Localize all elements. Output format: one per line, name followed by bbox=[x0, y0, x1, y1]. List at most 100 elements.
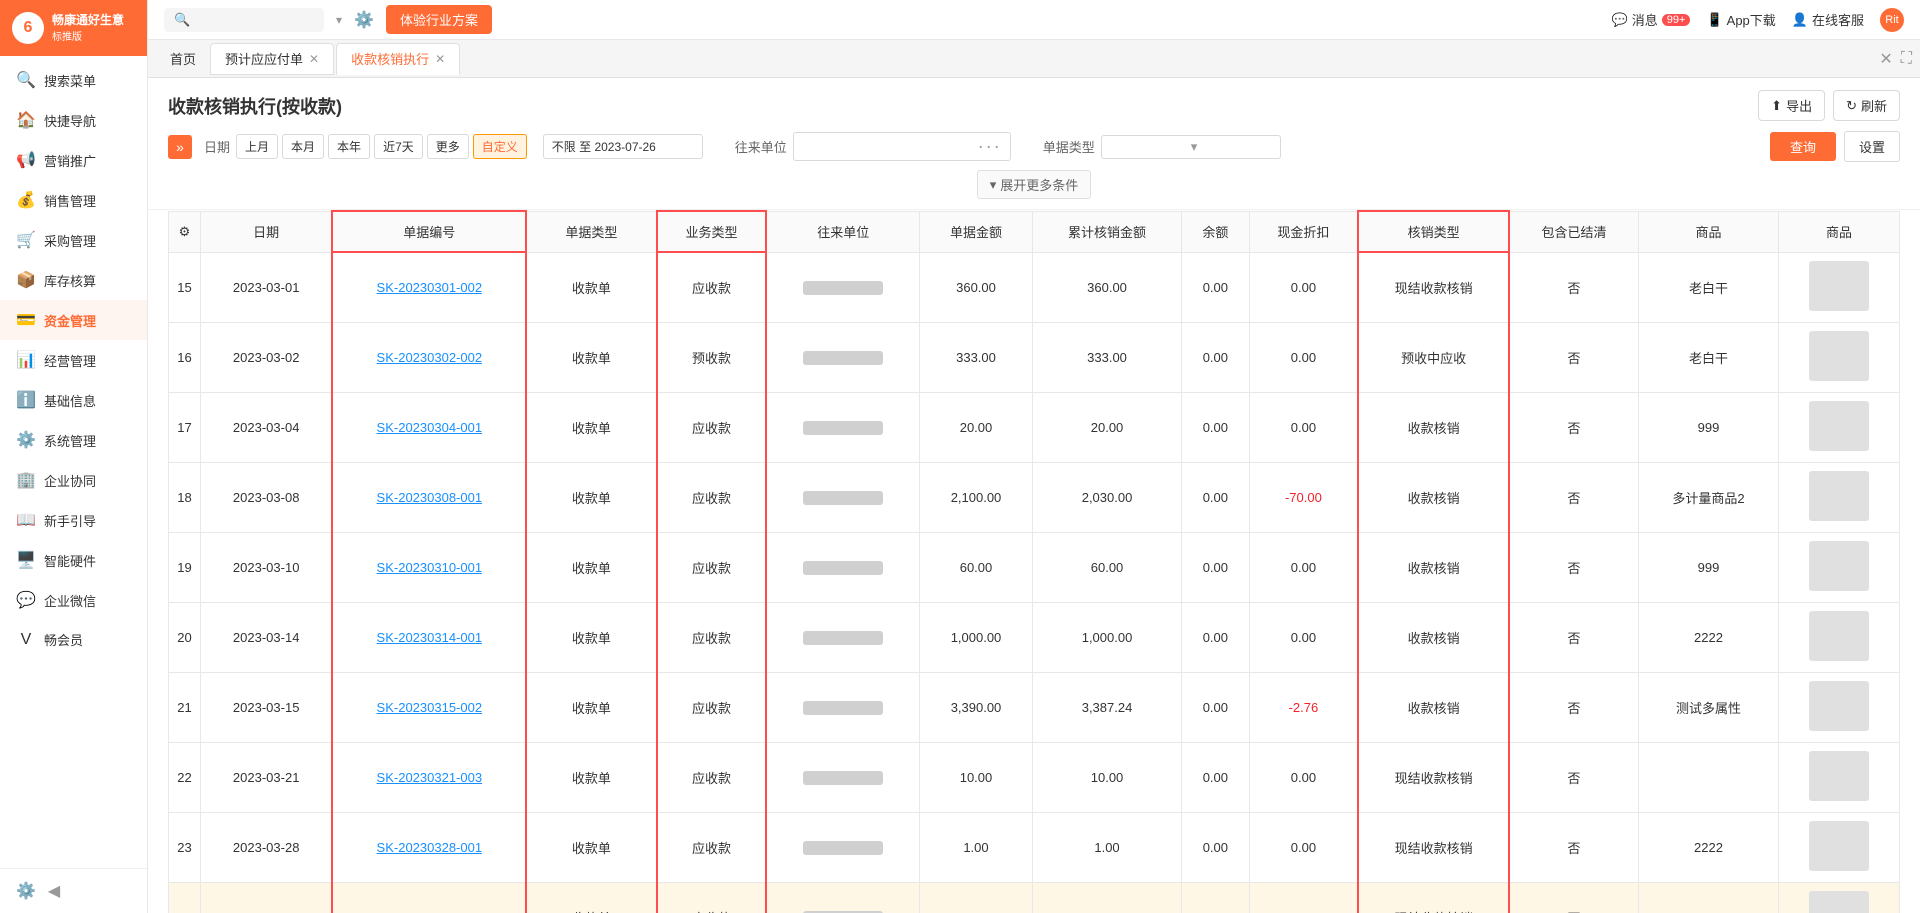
col-partner[interactable]: 往来单位 bbox=[766, 211, 919, 252]
doc-no-link[interactable]: SK-20230321-003 bbox=[377, 770, 483, 785]
cell-doc-type: 收款单 bbox=[526, 672, 656, 742]
partner-input[interactable] bbox=[802, 139, 978, 154]
solution-button[interactable]: 体验行业方案 bbox=[386, 5, 492, 34]
cell-write-off-type: 收款核销 bbox=[1358, 672, 1509, 742]
sidebar-item-member[interactable]: V畅会员 bbox=[0, 620, 147, 659]
cell-discount: 0.00 bbox=[1249, 602, 1358, 672]
sidebar-item-wechat[interactable]: 💬企业微信 bbox=[0, 580, 147, 620]
service-item[interactable]: 👤 在线客服 bbox=[1792, 10, 1864, 29]
sidebar-item-marketing[interactable]: 📢营销推广 bbox=[0, 140, 147, 180]
sidebar-item-inventory[interactable]: 📦库存核算 bbox=[0, 260, 147, 300]
date-btn-more[interactable]: 更多 bbox=[427, 134, 469, 159]
doctype-select-arrow: ▾ bbox=[1191, 139, 1272, 155]
sidebar-label-operation: 经营管理 bbox=[44, 351, 96, 370]
doc-no-link[interactable]: SK-20230314-001 bbox=[377, 630, 483, 645]
col-doc-type[interactable]: 单据类型 bbox=[526, 211, 656, 252]
sidebar-item-system[interactable]: ⚙️系统管理 bbox=[0, 420, 147, 460]
partner-input-wrap[interactable]: ··· bbox=[793, 132, 1011, 161]
doc-no-link[interactable]: SK-20230302-002 bbox=[377, 350, 483, 365]
col-doc-no[interactable]: 单据编号 bbox=[332, 211, 526, 252]
sidebar-icon-sales: 💰 bbox=[16, 190, 36, 210]
col-settings[interactable]: ⚙ bbox=[169, 211, 201, 252]
setting-button[interactable]: 设置 bbox=[1844, 131, 1900, 162]
sidebar-item-sales[interactable]: 💰销售管理 bbox=[0, 180, 147, 220]
cell-product2 bbox=[1779, 252, 1900, 322]
app-download-item[interactable]: 📱 App下载 bbox=[1706, 10, 1775, 29]
cell-balance: 0.00 bbox=[1182, 812, 1250, 882]
topbar-search-input[interactable] bbox=[196, 12, 296, 27]
tab-home[interactable]: 首页 bbox=[156, 49, 210, 68]
date-btn-this-month[interactable]: 本月 bbox=[282, 134, 324, 159]
expand-conditions-btn[interactable]: ▾ 展开更多条件 bbox=[977, 170, 1092, 199]
cell-doc-type: 收款单 bbox=[526, 882, 656, 913]
export-button[interactable]: ⬆ 导出 bbox=[1758, 90, 1825, 121]
col-discount[interactable]: 现金折扣 bbox=[1249, 211, 1358, 252]
doc-no-link[interactable]: SK-20230328-002 bbox=[377, 910, 483, 913]
date-range-input[interactable]: 不限 至 2023-07-26 bbox=[543, 134, 703, 159]
cell-total-amount: 1.00 bbox=[1032, 882, 1181, 913]
doc-no-link[interactable]: SK-20230301-002 bbox=[377, 280, 483, 295]
cell-date: 2023-03-02 bbox=[201, 322, 333, 392]
col-product2[interactable]: 商品 bbox=[1779, 211, 1900, 252]
date-btn-7days[interactable]: 近7天 bbox=[374, 134, 423, 159]
partner-ellipsis[interactable]: ··· bbox=[978, 136, 1002, 157]
tab-maximize-btn[interactable]: ⛶ bbox=[1901, 49, 1912, 69]
doc-no-link[interactable]: SK-20230310-001 bbox=[377, 560, 483, 575]
query-button[interactable]: 查询 bbox=[1770, 132, 1836, 161]
topbar-chevron-icon[interactable]: ▾ bbox=[336, 13, 342, 27]
col-biz-type[interactable]: 业务类型 bbox=[657, 211, 767, 252]
cell-write-off-type: 现结收款核销 bbox=[1358, 812, 1509, 882]
service-label: 在线客服 bbox=[1812, 10, 1864, 29]
col-total-amount[interactable]: 累计核销金额 bbox=[1032, 211, 1181, 252]
sidebar-item-quick[interactable]: 🏠快捷导航 bbox=[0, 100, 147, 140]
filter-collapse-btn[interactable]: » bbox=[168, 135, 192, 159]
sidebar-item-enterprise[interactable]: 🏢企业协同 bbox=[0, 460, 147, 500]
col-included[interactable]: 包含已结清 bbox=[1509, 211, 1639, 252]
doc-no-link[interactable]: SK-20230308-001 bbox=[377, 490, 483, 505]
date-btn-last-month[interactable]: 上月 bbox=[236, 134, 278, 159]
page-title: 收款核销执行(按收款) bbox=[168, 93, 342, 119]
sidebar-icon-hardware: 🖥️ bbox=[16, 550, 36, 570]
sidebar-item-purchase[interactable]: 🛒采购管理 bbox=[0, 220, 147, 260]
user-avatar: Rit bbox=[1880, 8, 1904, 32]
sidebar-item-search[interactable]: 🔍搜索菜单 bbox=[0, 60, 147, 100]
topbar-gear-icon[interactable]: ⚙️ bbox=[354, 10, 374, 30]
doctype-select[interactable]: ▾ bbox=[1101, 135, 1281, 159]
sidebar-item-hardware[interactable]: 🖥️智能硬件 bbox=[0, 540, 147, 580]
date-btn-custom[interactable]: 自定义 bbox=[473, 134, 527, 159]
cell-biz-type: 应收款 bbox=[657, 392, 767, 462]
settings-icon[interactable]: ⚙️ bbox=[16, 881, 36, 901]
message-label: 消息 bbox=[1632, 10, 1658, 29]
tab-collection[interactable]: 收款核销执行 ✕ bbox=[336, 43, 460, 75]
tab-collection-close[interactable]: ✕ bbox=[435, 52, 445, 66]
tab-prepay-close[interactable]: ✕ bbox=[309, 52, 319, 66]
topbar-search-wrap: 🔍 bbox=[164, 8, 324, 32]
filter-partner-item: 往来单位 ··· bbox=[735, 132, 1011, 161]
sidebar-item-finance[interactable]: 💳资金管理 bbox=[0, 300, 147, 340]
message-item[interactable]: 💬 消息 99+ bbox=[1612, 10, 1691, 29]
col-balance[interactable]: 余额 bbox=[1182, 211, 1250, 252]
cell-date: 2023-03-15 bbox=[201, 672, 333, 742]
col-write-off-type[interactable]: 核销类型 bbox=[1358, 211, 1509, 252]
cell-doc-type: 收款单 bbox=[526, 812, 656, 882]
col-product1[interactable]: 商品 bbox=[1638, 211, 1778, 252]
doc-no-link[interactable]: SK-20230328-001 bbox=[377, 840, 483, 855]
sidebar-item-operation[interactable]: 📊经营管理 bbox=[0, 340, 147, 380]
col-date[interactable]: 日期 bbox=[201, 211, 333, 252]
cell-total-amount: 1,000.00 bbox=[1032, 602, 1181, 672]
date-btn-this-year[interactable]: 本年 bbox=[328, 134, 370, 159]
doc-no-link[interactable]: SK-20230304-001 bbox=[377, 420, 483, 435]
cell-no: 19 bbox=[169, 532, 201, 602]
refresh-button[interactable]: ↻ 刷新 bbox=[1833, 90, 1900, 121]
col-amount[interactable]: 单据金额 bbox=[920, 211, 1033, 252]
tab-prepay[interactable]: 预计应应付单 ✕ bbox=[210, 43, 334, 75]
sidebar-item-basic[interactable]: ℹ️基础信息 bbox=[0, 380, 147, 420]
tab-close-window-btn[interactable]: ✕ bbox=[1879, 49, 1892, 69]
cell-product1: 2222 bbox=[1638, 812, 1778, 882]
cell-write-off-type: 现结收款核销 bbox=[1358, 252, 1509, 322]
user-item[interactable]: Rit bbox=[1880, 8, 1904, 32]
table-body: 15 2023-03-01 SK-20230301-002 收款单 应收款 36… bbox=[169, 252, 1900, 913]
sidebar-item-guide[interactable]: 📖新手引导 bbox=[0, 500, 147, 540]
doc-no-link[interactable]: SK-20230315-002 bbox=[377, 700, 483, 715]
collapse-icon[interactable]: ◀ bbox=[48, 881, 60, 901]
